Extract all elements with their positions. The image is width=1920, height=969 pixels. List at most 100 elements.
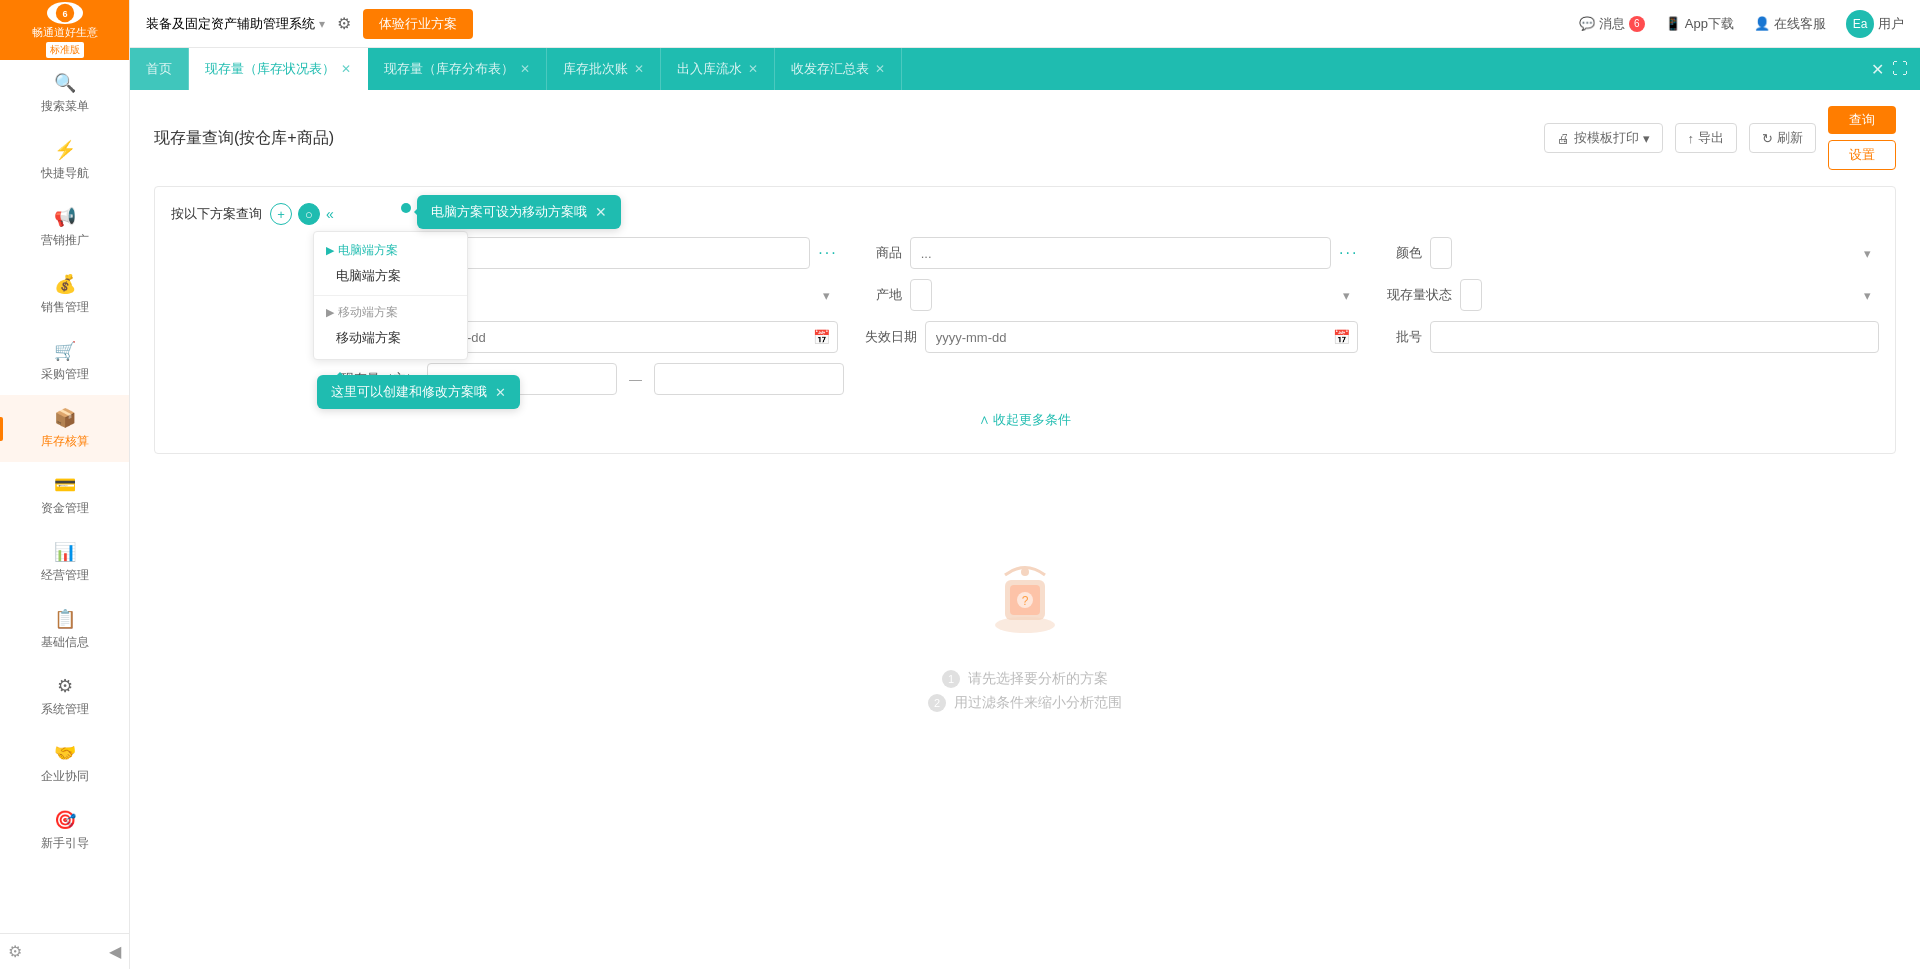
expiry-date-input[interactable] bbox=[925, 321, 1359, 353]
sidebar-item-basicinfo[interactable]: 📋 基础信息 bbox=[0, 596, 129, 663]
sidebar-item-label: 基础信息 bbox=[41, 634, 89, 651]
tab-recv-summary-label: 收发存汇总表 bbox=[791, 60, 869, 78]
sidebar-item-marketing[interactable]: 📢 营销推广 bbox=[0, 194, 129, 261]
sidebar-item-enterprise[interactable]: 🤝 企业协同 bbox=[0, 730, 129, 797]
scheme-tooltip: 电脑方案可设为移动方案哦 ✕ bbox=[417, 195, 621, 229]
top-header: 装备及固定资产辅助管理系统 ▾ ⚙ 体验行业方案 💬 消息 6 📱 App下载 … bbox=[130, 0, 1920, 48]
online-support-action[interactable]: 👤 在线客服 bbox=[1754, 15, 1826, 33]
sidebar-item-management[interactable]: 📊 经营管理 bbox=[0, 529, 129, 596]
filter-row-4: 现存量（主） — bbox=[341, 363, 1879, 395]
reset-button[interactable]: 设置 bbox=[1828, 140, 1896, 170]
sidebar-footer: ⚙ ◀ bbox=[0, 933, 129, 969]
tab-inventory-dist[interactable]: 现存量（库存分布表） ✕ bbox=[368, 48, 547, 90]
filter-section: 按以下方案查询 + ○ « 电脑方案可设为移动方案哦 ✕ ▶ 电脑端方案 bbox=[154, 186, 1896, 454]
calendar-icon2[interactable]: 📅 bbox=[1333, 329, 1350, 345]
tab-bar-actions: ✕ ⛶ bbox=[1859, 48, 1920, 90]
sidebar-item-label: 新手引导 bbox=[41, 835, 89, 852]
sidebar-item-sales[interactable]: 💰 销售管理 bbox=[0, 261, 129, 328]
scheme-tooltip-text: 电脑方案可设为移动方案哦 bbox=[431, 203, 587, 221]
filter-label: 按以下方案查询 bbox=[171, 205, 262, 223]
print-label: 按模板打印 bbox=[1574, 129, 1639, 147]
calendar-icon[interactable]: 📅 bbox=[813, 329, 830, 345]
sidebar-settings-icon[interactable]: ⚙ bbox=[8, 942, 22, 961]
refresh-button[interactable]: ↻ 刷新 bbox=[1749, 123, 1816, 153]
header-settings-icon[interactable]: ⚙ bbox=[337, 14, 351, 33]
svg-text:6: 6 bbox=[62, 9, 67, 19]
tab-recv-summary[interactable]: 收发存汇总表 ✕ bbox=[775, 48, 902, 90]
tab-inventory-dist-label: 现存量（库存分布表） bbox=[384, 60, 514, 78]
tab-close-icon[interactable]: ✕ bbox=[341, 62, 351, 76]
mobile-scheme-item[interactable]: 移动端方案 bbox=[314, 323, 467, 353]
empty-hint2: 2 用过滤条件来缩小分析范围 bbox=[928, 694, 1122, 712]
logo-icon: 6 bbox=[47, 2, 83, 24]
user-action[interactable]: Ea 用户 bbox=[1846, 10, 1904, 38]
inventory-icon: 📦 bbox=[54, 407, 76, 429]
search-button[interactable]: 查询 bbox=[1828, 106, 1896, 134]
create-scheme-text: 这里可以创建和修改方案哦 bbox=[331, 383, 487, 401]
print-button[interactable]: 🖨 按模板打印 ▾ bbox=[1544, 123, 1663, 153]
tab-expand-icon[interactable]: ⛶ bbox=[1892, 60, 1908, 78]
user-label: 用户 bbox=[1878, 15, 1904, 33]
page-title: 现存量查询(按仓库+商品) bbox=[154, 128, 334, 149]
tab-close-icon[interactable]: ✕ bbox=[520, 62, 530, 76]
export-icon: ↑ bbox=[1688, 131, 1695, 146]
filter-row-1: 仓库 ··· 商品 ··· 颜色 bbox=[341, 237, 1879, 269]
logo-name: 畅通道好生意 bbox=[32, 26, 98, 39]
tab-home[interactable]: 首页 bbox=[130, 48, 189, 90]
sidebar-item-search[interactable]: 🔍 搜索菜单 bbox=[0, 60, 129, 127]
sidebar-item-quicknav[interactable]: ⚡ 快捷导航 bbox=[0, 127, 129, 194]
edit-scheme-button[interactable]: ○ bbox=[298, 203, 320, 225]
stock-main-end[interactable] bbox=[654, 363, 844, 395]
stock-status-select[interactable] bbox=[1460, 279, 1482, 311]
filter-product: 商品 ··· bbox=[862, 237, 1359, 269]
product-dots[interactable]: ··· bbox=[1339, 244, 1358, 262]
tab-inout-flow-label: 出入库流水 bbox=[677, 60, 742, 78]
scheme-tooltip-close[interactable]: ✕ bbox=[595, 204, 607, 220]
sidebar-item-system[interactable]: ⚙ 系统管理 bbox=[0, 663, 129, 730]
create-scheme-close[interactable]: ✕ bbox=[495, 385, 506, 400]
notification-action[interactable]: 💬 消息 6 bbox=[1579, 15, 1645, 33]
tab-close-icon[interactable]: ✕ bbox=[748, 62, 758, 76]
tab-inout-flow[interactable]: 出入库流水 ✕ bbox=[661, 48, 775, 90]
tab-inventory-batch[interactable]: 库存批次账 ✕ bbox=[547, 48, 661, 90]
tab-close-all-icon[interactable]: ✕ bbox=[1871, 60, 1884, 79]
empty-icon: ? bbox=[975, 550, 1075, 650]
filter-expiry-date: 失效日期 📅 bbox=[862, 321, 1359, 353]
product-input[interactable] bbox=[910, 237, 1331, 269]
origin-select[interactable] bbox=[910, 279, 932, 311]
experience-button[interactable]: 体验行业方案 bbox=[363, 9, 473, 39]
sidebar-item-purchase[interactable]: 🛒 采购管理 bbox=[0, 328, 129, 395]
marketing-icon: 📢 bbox=[54, 206, 76, 228]
filter-actions: + ○ « bbox=[270, 203, 334, 225]
filter-row-2: 尺码 产地 现存量状态 bbox=[341, 279, 1879, 311]
scheme-arrow-icon[interactable]: « bbox=[326, 206, 334, 222]
sales-icon: 💰 bbox=[54, 273, 76, 295]
avatar: Ea bbox=[1846, 10, 1874, 38]
color-select[interactable] bbox=[1430, 237, 1452, 269]
sidebar-item-inventory[interactable]: 📦 库存核算 bbox=[0, 395, 129, 462]
connector-dot bbox=[401, 203, 411, 213]
export-label: 导出 bbox=[1698, 129, 1724, 147]
sidebar-item-label: 采购管理 bbox=[41, 366, 89, 383]
message-icon: 💬 bbox=[1579, 16, 1595, 31]
tab-close-icon[interactable]: ✕ bbox=[875, 62, 885, 76]
pc-scheme-item[interactable]: 电脑端方案 bbox=[314, 261, 467, 291]
warehouse-dots[interactable]: ··· bbox=[818, 244, 837, 262]
batch-no-input[interactable] bbox=[1430, 321, 1879, 353]
svg-text:?: ? bbox=[1022, 594, 1029, 608]
app-download-action[interactable]: 📱 App下载 bbox=[1665, 15, 1734, 33]
app-download-label: App下载 bbox=[1685, 15, 1734, 33]
tab-close-icon[interactable]: ✕ bbox=[634, 62, 644, 76]
chevron-down-icon: ▾ bbox=[319, 17, 325, 31]
production-date-input[interactable] bbox=[404, 321, 838, 353]
header-left: 装备及固定资产辅助管理系统 ▾ ⚙ 体验行业方案 bbox=[146, 9, 473, 39]
tab-inventory-status[interactable]: 现存量（库存状况表） ✕ bbox=[189, 48, 368, 90]
system-name[interactable]: 装备及固定资产辅助管理系统 ▾ bbox=[146, 15, 325, 33]
export-button[interactable]: ↑ 导出 bbox=[1675, 123, 1738, 153]
sidebar-item-finance[interactable]: 💳 资金管理 bbox=[0, 462, 129, 529]
sidebar-item-guide[interactable]: 🎯 新手引导 bbox=[0, 797, 129, 864]
add-scheme-button[interactable]: + bbox=[270, 203, 292, 225]
tab-inventory-batch-label: 库存批次账 bbox=[563, 60, 628, 78]
printer-icon: 🖨 bbox=[1557, 131, 1570, 146]
sidebar-collapse-icon[interactable]: ◀ bbox=[109, 942, 121, 961]
